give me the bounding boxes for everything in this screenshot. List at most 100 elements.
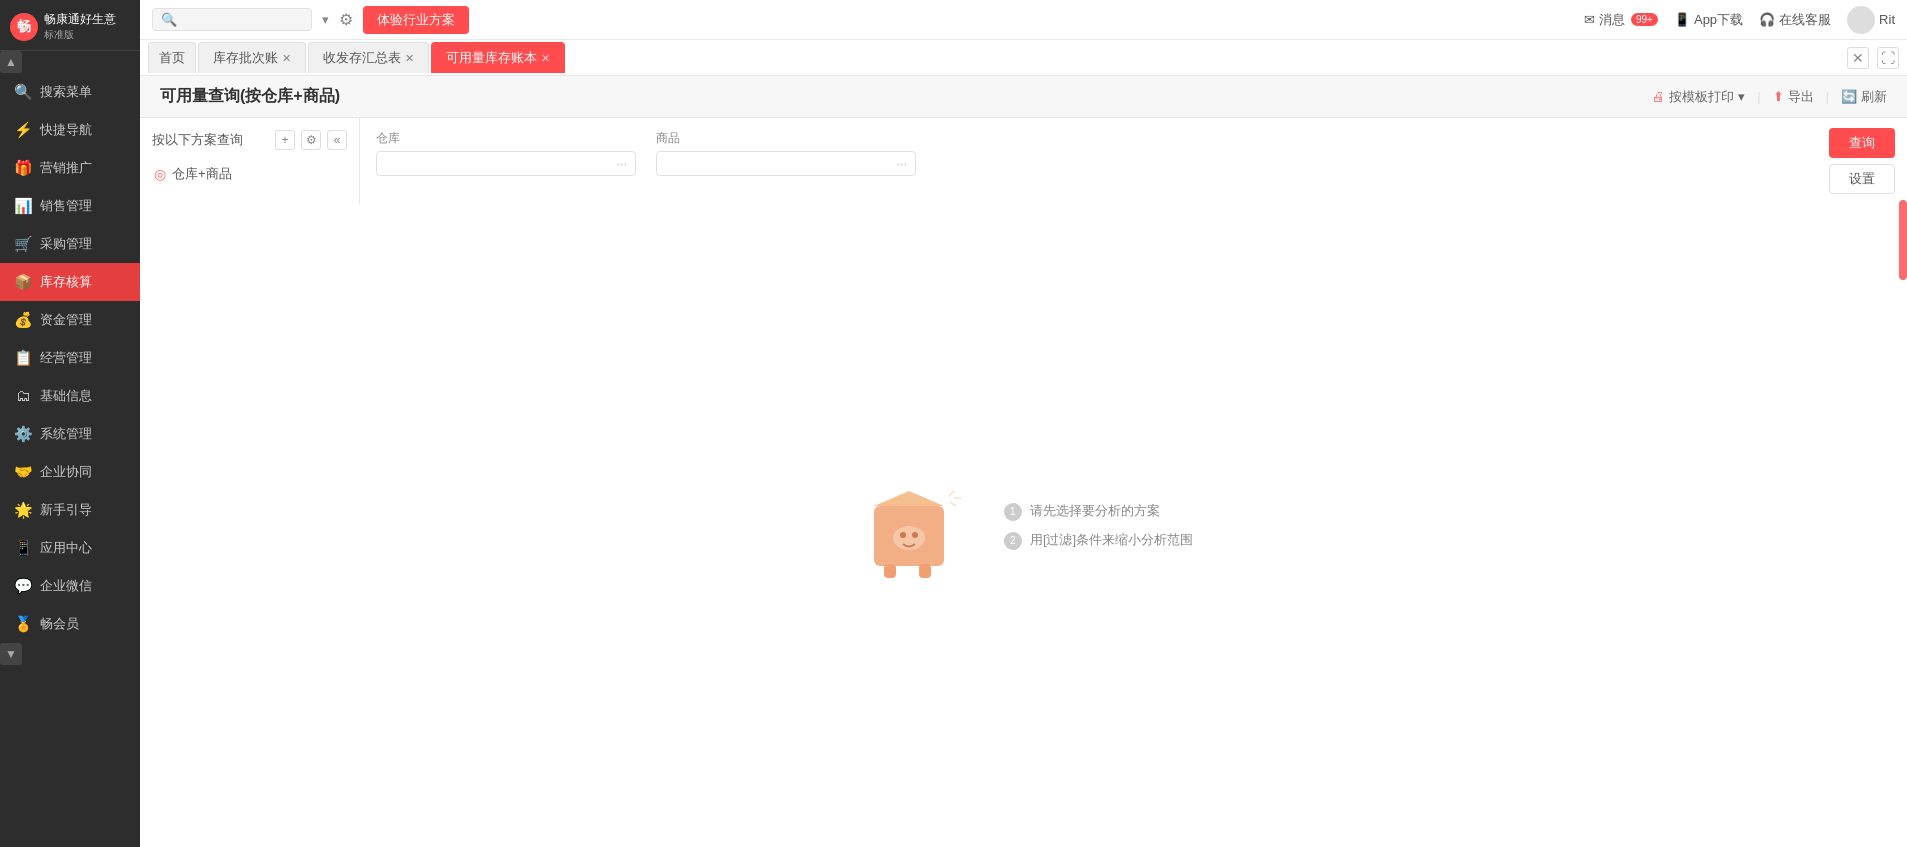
warehouse-text-input[interactable] xyxy=(385,156,610,171)
sidebar-item-label: 快捷导航 xyxy=(40,121,92,139)
warehouse-more-icon[interactable]: ··· xyxy=(616,156,627,171)
search-input[interactable] xyxy=(182,13,282,27)
step-1-num: 1 xyxy=(1004,503,1022,521)
add-scheme-button[interactable]: + xyxy=(275,130,295,150)
sidebar-item-label: 经营管理 xyxy=(40,349,92,367)
tab-collect-summary[interactable]: 收发存汇总表 ✕ xyxy=(308,42,429,73)
message-button[interactable]: ✉ 消息 99+ xyxy=(1584,11,1658,29)
sidebar-item-basic-info[interactable]: 🗂 基础信息 xyxy=(0,377,140,415)
sidebar-item-label: 资金管理 xyxy=(40,311,92,329)
tab-home[interactable]: 首页 xyxy=(148,42,196,73)
search-menu-icon: 🔍 xyxy=(14,83,32,101)
sidebar-item-label: 销售管理 xyxy=(40,197,92,215)
message-label: 消息 xyxy=(1599,11,1625,29)
sidebar: 畅 畅康通好生意 标准版 ▲ 🔍 搜索菜单 ⚡ 快捷导航 🎁 营销推广 📊 销售… xyxy=(0,0,140,847)
sidebar-item-sales[interactable]: 📊 销售管理 xyxy=(0,187,140,225)
chat-icon: 💬 xyxy=(14,577,32,595)
brand-name: 畅康通好生意 xyxy=(44,12,116,28)
scroll-up-btn[interactable]: ▲ xyxy=(0,51,22,73)
sidebar-item-label: 应用中心 xyxy=(40,539,92,557)
sidebar-item-finance[interactable]: 💰 资金管理 xyxy=(0,301,140,339)
home-label: 首页 xyxy=(159,49,185,67)
online-service-button[interactable]: 🎧 在线客服 xyxy=(1759,11,1831,29)
scheme-item-warehouse-product[interactable]: ◎ 仓库+商品 xyxy=(140,158,359,190)
tab-close-icon[interactable]: ✕ xyxy=(541,52,550,65)
manage-scheme-button[interactable]: ⚙ xyxy=(301,130,321,150)
sidebar-item-purchase[interactable]: 🛒 采购管理 xyxy=(0,225,140,263)
app-download-button[interactable]: 📱 App下载 xyxy=(1674,11,1743,29)
svg-rect-5 xyxy=(884,564,896,578)
svg-line-9 xyxy=(950,502,956,506)
refresh-button[interactable]: 🔄 刷新 xyxy=(1841,88,1887,106)
avatar xyxy=(1847,6,1875,34)
trial-industry-button[interactable]: 体验行业方案 xyxy=(363,6,469,34)
sidebar-item-search[interactable]: 🔍 搜索菜单 xyxy=(0,73,140,111)
sidebar-item-enterprise[interactable]: 🤝 企业协同 xyxy=(0,453,140,491)
tab-close-icon[interactable]: ✕ xyxy=(282,52,291,65)
refresh-icon: 🔄 xyxy=(1841,89,1857,104)
handshake-icon: 🤝 xyxy=(14,463,32,481)
collapse-panel-button[interactable]: « xyxy=(327,130,347,150)
sidebar-item-inventory[interactable]: 📦 库存核算 xyxy=(0,263,140,301)
folder-icon: 🗂 xyxy=(14,387,32,404)
separator: | xyxy=(1826,89,1829,104)
page-actions: 🖨 按模板打印 ▾ | ⬆ 导出 | 🔄 刷新 xyxy=(1652,88,1887,106)
print-button[interactable]: 🖨 按模板打印 ▾ xyxy=(1652,88,1745,106)
query-button[interactable]: 查询 xyxy=(1829,128,1895,158)
right-scrollbar[interactable] xyxy=(1899,200,1907,280)
tab-label: 收发存汇总表 xyxy=(323,49,401,67)
product-text-input[interactable] xyxy=(665,156,890,171)
tab-expand-button[interactable]: ⛶ xyxy=(1877,47,1899,69)
sidebar-item-app[interactable]: 📱 应用中心 xyxy=(0,529,140,567)
tab-available-inventory[interactable]: 可用量库存账本 ✕ xyxy=(431,42,565,73)
sidebar-item-label: 系统管理 xyxy=(40,425,92,443)
product-input[interactable]: ··· xyxy=(656,151,916,176)
message-badge: 99+ xyxy=(1631,13,1658,26)
sidebar-item-sys[interactable]: ⚙️ 系统管理 xyxy=(0,415,140,453)
scheme-header-actions: + ⚙ « xyxy=(275,130,347,150)
page-header: 可用量查询(按仓库+商品) 🖨 按模板打印 ▾ | ⬆ 导出 | 🔄 刷新 xyxy=(140,76,1907,118)
box-icon: 📦 xyxy=(14,273,32,291)
filter-schemes-panel: 按以下方案查询 + ⚙ « ◎ 仓库+商品 xyxy=(140,118,360,204)
export-icon: ⬆ xyxy=(1773,89,1784,104)
shortcut-icon: ⚡ xyxy=(14,121,32,139)
sidebar-item-shortcut[interactable]: ⚡ 快捷导航 xyxy=(0,111,140,149)
app-download-label: App下载 xyxy=(1694,11,1743,29)
scheme-label: 仓库+商品 xyxy=(172,165,232,183)
user-info[interactable]: Rit xyxy=(1847,6,1895,34)
sidebar-item-label: 企业微信 xyxy=(40,577,92,595)
warehouse-filter-field: 仓库 ··· xyxy=(376,130,636,176)
empty-step-1: 1 请先选择要分析的方案 xyxy=(1004,502,1193,521)
column-settings-button[interactable]: 设置 xyxy=(1829,164,1895,194)
sidebar-scroll: ▲ 🔍 搜索菜单 ⚡ 快捷导航 🎁 营销推广 📊 销售管理 🛒 采购管理 📦 库… xyxy=(0,51,140,847)
sidebar-item-marketing[interactable]: 🎁 营销推广 xyxy=(0,149,140,187)
warehouse-input[interactable]: ··· xyxy=(376,151,636,176)
dropdown-arrow-icon[interactable]: ▾ xyxy=(322,12,329,27)
step-2-text: 用[过滤]条件来缩小分析范围 xyxy=(1030,531,1193,549)
tab-close-icon[interactable]: ✕ xyxy=(405,52,414,65)
phone-icon: 📱 xyxy=(14,539,32,557)
empty-svg xyxy=(854,466,974,586)
topbar-search-box[interactable]: 🔍 xyxy=(152,8,312,31)
sidebar-item-label: 企业协同 xyxy=(40,463,92,481)
export-label: 导出 xyxy=(1788,88,1814,106)
export-button[interactable]: ⬆ 导出 xyxy=(1773,88,1814,106)
sidebar-item-label: 畅会员 xyxy=(40,615,79,633)
sidebar-item-wechat[interactable]: 💬 企业微信 xyxy=(0,567,140,605)
svg-point-3 xyxy=(900,532,906,538)
empty-illustration xyxy=(854,466,974,586)
tab-close-all-button[interactable]: ✕ xyxy=(1847,47,1869,69)
dropdown-chevron-icon: ▾ xyxy=(1738,89,1745,104)
print-icon: 🖨 xyxy=(1652,89,1665,104)
step-1-text: 请先选择要分析的方案 xyxy=(1030,502,1160,520)
medal-icon: 🏅 xyxy=(14,615,32,633)
sidebar-item-guide[interactable]: 🌟 新手引导 xyxy=(0,491,140,529)
tab-batch-account[interactable]: 库存批次账 ✕ xyxy=(198,42,306,73)
empty-state: 1 请先选择要分析的方案 2 用[过滤]条件来缩小分析范围 xyxy=(140,204,1907,847)
sidebar-item-ops[interactable]: 📋 经营管理 xyxy=(0,339,140,377)
settings-icon[interactable]: ⚙ xyxy=(339,10,353,29)
scroll-down-btn[interactable]: ▼ xyxy=(0,643,22,665)
sidebar-item-member[interactable]: 🏅 畅会员 xyxy=(0,605,140,643)
sidebar-item-label: 采购管理 xyxy=(40,235,92,253)
product-more-icon[interactable]: ··· xyxy=(896,156,907,171)
